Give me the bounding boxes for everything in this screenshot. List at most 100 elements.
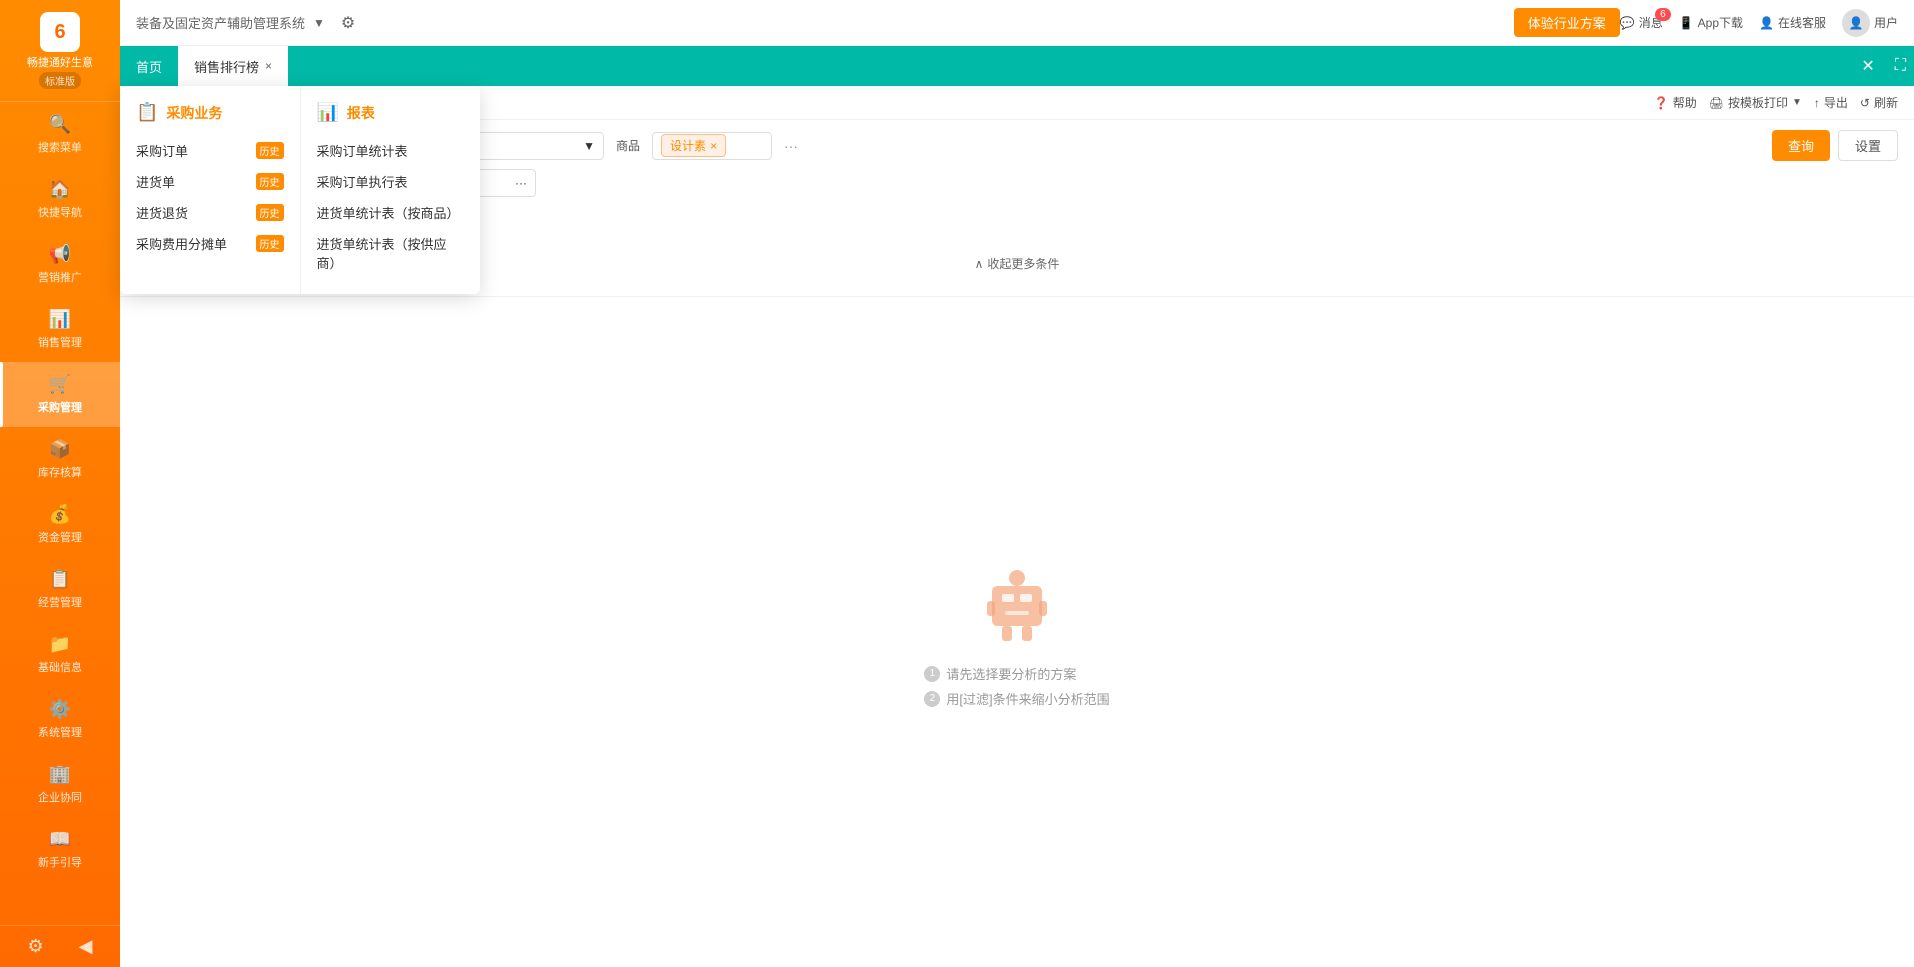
dropdown-item-inbound-by-supplier[interactable]: 进货单统计表（按供应商） [317, 228, 465, 278]
message-badge: 6 [1655, 8, 1671, 21]
reports-col-title: 报表 [347, 103, 375, 123]
enterprise-icon: 🏢 [49, 764, 71, 785]
system-dropdown-btn[interactable]: ▼ [313, 16, 325, 30]
sidebar-item-guide[interactable]: 📖 新手引导 [0, 817, 120, 882]
inbound-label: 进货单 [136, 172, 175, 191]
guide-icon: 📖 [49, 829, 71, 850]
query-button[interactable]: 查询 [1772, 130, 1830, 161]
dropdown-item-purchase-order[interactable]: 采购订单 历史 [136, 135, 284, 166]
hint-1-text: 请先选择要分析的方案 [946, 664, 1076, 683]
empty-hints: 1 请先选择要分析的方案 2 用[过滤]条件来缩小分析范围 [924, 664, 1109, 708]
tab-sales-rank[interactable]: 销售排行榜 × [178, 46, 288, 86]
sidebar-item-quick-nav[interactable]: 🏠 快捷导航 [0, 167, 120, 232]
avatar: 👤 [1842, 9, 1870, 37]
window-close-btn[interactable]: ✕ [1849, 56, 1886, 76]
phone-icon: 📱 [1679, 16, 1694, 30]
header-actions: 💬 消息 6 📱 App下载 👤 在线客服 👤 用户 [1620, 9, 1898, 37]
sidebar-item-system[interactable]: ⚙️ 系统管理 [0, 687, 120, 752]
settings-button[interactable]: 设置 [1838, 130, 1898, 161]
message-icon: 💬 [1620, 16, 1635, 30]
expense-label: 采购费用分摊单 [136, 234, 227, 253]
dropdown-item-order-exec[interactable]: 采购订单执行表 [317, 166, 465, 197]
query-actions: 查询 设置 [1772, 130, 1898, 161]
empty-hint-1: 1 请先选择要分析的方案 [924, 664, 1109, 683]
print-dropdown-icon: ▼ [1792, 97, 1802, 108]
procurement-col-icon: 📋 [136, 102, 158, 123]
hint-1-icon: 1 [924, 666, 940, 682]
empty-state: 1 请先选择要分析的方案 2 用[过滤]条件来缩小分析范围 [120, 297, 1914, 967]
finance-icon: 💰 [49, 504, 71, 525]
goods-filter[interactable]: 设计素 × [652, 132, 772, 160]
empty-robot-icon [967, 556, 1067, 656]
purchase-order-label: 采购订单 [136, 141, 188, 160]
goods-filter-more[interactable]: ··· [784, 138, 798, 154]
tab-bar: 首页 销售排行榜 × ✕ ⛶ [120, 46, 1914, 86]
dropdown-item-order-stats[interactable]: 采购订单统计表 [317, 135, 465, 166]
goods-tag-close[interactable]: × [710, 139, 717, 153]
print-icon: 🖨 [1709, 96, 1724, 110]
empty-hint-2: 2 用[过滤]条件来缩小分析范围 [924, 689, 1109, 708]
procurement-col-header: 📋 采购业务 [136, 102, 284, 123]
hint-2-icon: 2 [924, 691, 940, 707]
dropdown-item-inbound[interactable]: 进货单 历史 [136, 166, 284, 197]
refresh-btn[interactable]: ↺ 刷新 [1860, 94, 1898, 111]
order-stats-label: 采购订单统计表 [317, 141, 408, 160]
logo-text: 畅捷通好生意 [27, 56, 93, 70]
goods-label: 商品 [616, 137, 640, 154]
purchase-order-history: 历史 [256, 142, 284, 159]
window-expand-btn[interactable]: ⛶ [1887, 57, 1914, 75]
inbound-history: 历史 [256, 173, 284, 190]
help-icon: ❓ [1654, 96, 1669, 110]
system-title: 装备及固定资产辅助管理系统 ▼ ⚙ [136, 13, 1502, 33]
sidebar-item-search[interactable]: 🔍 搜索菜单 [0, 102, 120, 167]
basic-info-icon: 📁 [49, 634, 71, 655]
sales-icon: 📊 [49, 309, 71, 330]
operations-icon: 📋 [49, 569, 71, 590]
dropdown-item-return[interactable]: 进货退货 历史 [136, 197, 284, 228]
procurement-business-col: 📋 采购业务 采购订单 历史 进货单 历史 进货退货 历史 采购费用分摊单 历史 [120, 86, 301, 294]
service-icon: 👤 [1759, 16, 1774, 30]
reports-col-icon: 📊 [317, 102, 339, 123]
procurement-col-title: 采购业务 [166, 103, 222, 123]
sidebar: 6 畅捷通好生意 标准版 🔍 搜索菜单 🏠 快捷导航 📢 营销推广 📊 销售管理… [0, 0, 120, 967]
sidebar-nav: 🔍 搜索菜单 🏠 快捷导航 📢 营销推广 📊 销售管理 🛒 采购管理 📦 库存核… [0, 102, 120, 925]
refresh-icon: ↺ [1860, 96, 1870, 110]
sidebar-item-inventory[interactable]: 📦 库存核算 [0, 427, 120, 492]
inbound-by-supplier-label: 进货单统计表（按供应商） [317, 234, 465, 272]
sidebar-item-enterprise[interactable]: 🏢 企业协同 [0, 752, 120, 817]
user-menu-btn[interactable]: 👤 用户 [1842, 9, 1898, 37]
sidebar-item-marketing[interactable]: 📢 营销推广 [0, 232, 120, 297]
app-download-btn[interactable]: 📱 App下载 [1679, 14, 1743, 31]
help-btn[interactable]: ❓ 帮助 [1654, 94, 1697, 111]
return-history: 历史 [256, 204, 284, 221]
export-icon: ↑ [1814, 96, 1820, 110]
sidebar-item-sales[interactable]: 📊 销售管理 [0, 297, 120, 362]
industry-btn[interactable]: 体验行业方案 [1514, 8, 1620, 37]
dropdown-item-expense[interactable]: 采购费用分摊单 历史 [136, 228, 284, 259]
sidebar-item-operations[interactable]: 📋 经营管理 [0, 557, 120, 622]
system-icon: ⚙️ [49, 699, 71, 720]
order-exec-label: 采购订单执行表 [317, 172, 408, 191]
search-icon: 🔍 [49, 114, 71, 135]
expense-history: 历史 [256, 235, 284, 252]
return-label: 进货退货 [136, 203, 188, 222]
online-service-btn[interactable]: 👤 在线客服 [1759, 14, 1826, 31]
logo-icon: 6 [40, 12, 80, 52]
export-btn[interactable]: ↑ 导出 [1814, 94, 1848, 111]
goods-tag: 设计素 × [661, 134, 726, 157]
print-btn[interactable]: 🖨 按模板打印 ▼ [1709, 94, 1802, 111]
hint-2-text: 用[过滤]条件来缩小分析范围 [946, 689, 1109, 708]
tab-close-icon[interactable]: × [265, 59, 272, 73]
sidebar-settings-btn[interactable]: ⚙ [28, 936, 44, 957]
sidebar-item-basic-info[interactable]: 📁 基础信息 [0, 622, 120, 687]
tab-home[interactable]: 首页 [120, 46, 178, 86]
sidebar-item-procurement[interactable]: 🛒 采购管理 [0, 362, 120, 427]
sidebar-item-finance[interactable]: 💰 资金管理 [0, 492, 120, 557]
collapse-icon: ∧ [975, 257, 984, 271]
sidebar-collapse-btn[interactable]: ◀ [79, 936, 93, 957]
dropdown-item-inbound-by-goods[interactable]: 进货单统计表（按商品） [317, 197, 465, 228]
reports-col: 📊 报表 采购订单统计表 采购订单执行表 进货单统计表（按商品） 进货单统计表（… [301, 86, 481, 294]
empty-illustration [967, 556, 1067, 656]
messages-btn[interactable]: 💬 消息 6 [1620, 14, 1663, 31]
settings-gear-icon[interactable]: ⚙ [341, 13, 355, 33]
